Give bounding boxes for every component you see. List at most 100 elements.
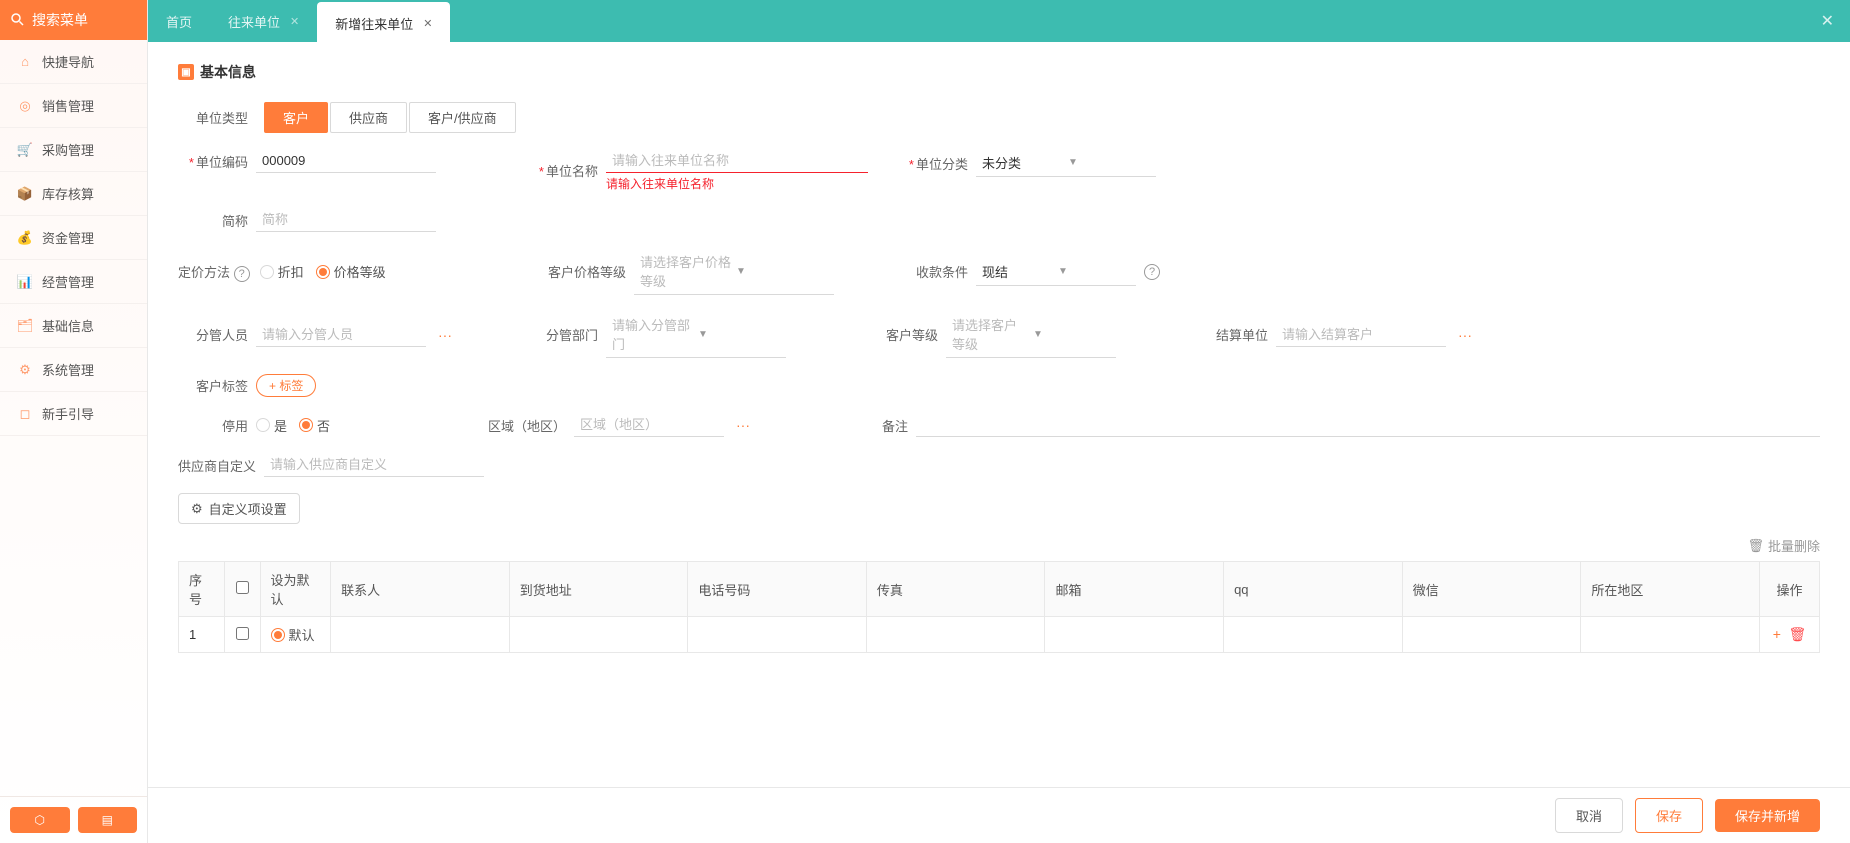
sidebar-item-finance[interactable]: 💰 资金管理 (0, 216, 147, 260)
disabled-field: 停用 是 否 (178, 416, 458, 435)
tab-counterparty-close[interactable]: ✕ (290, 15, 299, 28)
save-new-button[interactable]: 保存并新增 (1715, 799, 1820, 832)
add-tag-button[interactable]: + 标签 (256, 374, 316, 397)
row-phone[interactable] (688, 617, 867, 653)
region-more-btn[interactable]: ··· (732, 417, 754, 433)
batch-delete-button[interactable]: 🗑 批量删除 (1747, 536, 1820, 555)
remarks-field: 备注 (838, 413, 1820, 437)
row-delete-icon[interactable]: 🗑 (1789, 626, 1807, 642)
tab-home-label: 首页 (166, 12, 192, 31)
sidebar-item-sales[interactable]: ◎ 销售管理 (0, 84, 147, 128)
manager-more-btn[interactable]: ··· (434, 327, 456, 343)
type-btn-both[interactable]: 客户/供应商 (409, 102, 516, 133)
search-menu[interactable]: 搜索菜单 (0, 0, 147, 40)
search-icon (10, 12, 26, 28)
sidebar-item-basic-info[interactable]: 🗂 基础信息 (0, 304, 147, 348)
unit-code-input[interactable] (256, 149, 436, 173)
settlement-more-btn[interactable]: ··· (1454, 327, 1476, 343)
sidebar-item-quick-nav[interactable]: ⌂ 快捷导航 (0, 40, 147, 84)
payment-terms-select[interactable]: 现结 ▼ (976, 258, 1136, 286)
region-input[interactable] (574, 413, 724, 437)
row-checkbox[interactable] (236, 627, 249, 640)
tab-new-counterparty[interactable]: 新增往来单位 ✕ (317, 2, 450, 44)
sidebar-item-label: 快捷导航 (42, 52, 94, 71)
col-fax: 传真 (866, 562, 1045, 617)
save-button[interactable]: 保存 (1635, 798, 1703, 833)
unit-name-input[interactable] (606, 149, 868, 173)
settlement-label: 结算单位 (1198, 325, 1268, 344)
row-wechat[interactable] (1402, 617, 1581, 653)
table-header-row: 序号 设为默认 联系人 到货地址 电话号码 传真 邮箱 qq 微信 所在地区 操… (179, 562, 1820, 617)
pricing-radio-group: 折扣 价格等级 (260, 262, 386, 281)
supplier-custom-input[interactable] (264, 453, 484, 477)
settings-gear-icon: ⚙ (191, 501, 203, 517)
sidebar-item-operations[interactable]: 📊 经营管理 (0, 260, 147, 304)
sidebar-bottom: ⬡ ▤ (0, 796, 147, 843)
customer-price-select[interactable]: 请选择客户价格等级 ▼ (634, 248, 834, 295)
sidebar-item-purchase[interactable]: 🛒 采购管理 (0, 128, 147, 172)
row-default-radio[interactable]: 默认 (271, 625, 321, 644)
sidebar-item-guide[interactable]: ◻ 新手引导 (0, 392, 147, 436)
payment-terms-help-icon[interactable]: ? (1144, 264, 1160, 280)
pricing-row: 定价方法 ? 折扣 价格等级 客户价格等级 (178, 248, 1820, 295)
sidebar-bottom-btn2[interactable]: ▤ (78, 807, 138, 833)
row-email[interactable] (1045, 617, 1224, 653)
level-dropdown-arrow: ▼ (1033, 329, 1110, 340)
pricing-help-icon[interactable]: ? (234, 266, 250, 282)
supplier-custom-label: 供应商自定义 (178, 456, 256, 475)
sidebar-bottom-btn1[interactable]: ⬡ (10, 807, 70, 833)
sidebar-item-inventory[interactable]: 📦 库存核算 (0, 172, 147, 216)
department-select[interactable]: 请输入分管部门 ▼ (606, 311, 786, 358)
remarks-label: 备注 (838, 416, 908, 435)
unit-type-row: 单位类型 客户 供应商 客户/供应商 (178, 102, 1820, 133)
pricing-level-radio[interactable]: 价格等级 (316, 262, 386, 281)
row-area[interactable] (1581, 617, 1760, 653)
row-qq-input[interactable] (1234, 627, 1392, 642)
cancel-button[interactable]: 取消 (1555, 798, 1623, 833)
col-default: 设为默认 (260, 562, 331, 617)
row-checkbox-cell[interactable] (224, 617, 260, 653)
customer-price-label: 客户价格等级 (548, 262, 626, 281)
payment-terms-field: 收款条件 现结 ▼ ? (898, 258, 1198, 286)
row-phone-input[interactable] (698, 627, 856, 642)
tab-bar-close-button[interactable]: ✕ (1821, 11, 1834, 31)
remarks-input[interactable] (916, 413, 1820, 437)
row-address[interactable] (509, 617, 688, 653)
abbr-input[interactable] (256, 208, 436, 232)
tab-new-counterparty-close[interactable]: ✕ (423, 17, 432, 30)
batch-delete-icon: 🗑 (1747, 538, 1764, 554)
custom-settings-button[interactable]: ⚙ 自定义项设置 (178, 493, 300, 524)
unit-name-label: *单位名称 (528, 161, 598, 180)
manager-label: 分管人员 (178, 325, 248, 344)
row-fax-input[interactable] (877, 627, 1035, 642)
tab-counterparty-label: 往来单位 (228, 12, 280, 31)
sales-icon: ◎ (16, 97, 34, 115)
settlement-input[interactable] (1276, 323, 1446, 347)
col-qq: qq (1224, 562, 1403, 617)
col-checkbox[interactable] (224, 562, 260, 617)
unit-category-select[interactable]: 未分类 ▼ (976, 149, 1156, 177)
row-qq[interactable] (1224, 617, 1403, 653)
disabled-no-radio[interactable]: 否 (299, 416, 330, 435)
row-contact[interactable] (331, 617, 510, 653)
select-all-checkbox[interactable] (236, 581, 249, 594)
row-contact-input[interactable] (341, 627, 499, 642)
type-btn-customer[interactable]: 客户 (264, 102, 328, 133)
section-title-basic-info: ▣ 基本信息 (178, 62, 1820, 82)
row-fax[interactable] (866, 617, 1045, 653)
tab-home[interactable]: 首页 (148, 0, 210, 42)
row-address-input[interactable] (520, 627, 678, 642)
unit-code-label: *单位编码 (178, 152, 248, 171)
row-area-input[interactable] (1591, 627, 1749, 642)
row-add-icon[interactable]: + (1773, 626, 1781, 642)
region-label: 区域（地区） (488, 416, 566, 435)
row-email-input[interactable] (1055, 627, 1213, 642)
row-wechat-input[interactable] (1413, 627, 1571, 642)
disabled-yes-radio[interactable]: 是 (256, 416, 287, 435)
tab-counterparty[interactable]: 往来单位 ✕ (210, 0, 317, 42)
manager-input[interactable] (256, 323, 426, 347)
pricing-discount-radio[interactable]: 折扣 (260, 262, 304, 281)
sidebar-item-system[interactable]: ⚙ 系统管理 (0, 348, 147, 392)
type-btn-supplier[interactable]: 供应商 (330, 102, 407, 133)
customer-level-select[interactable]: 请选择客户等级 ▼ (946, 311, 1116, 358)
